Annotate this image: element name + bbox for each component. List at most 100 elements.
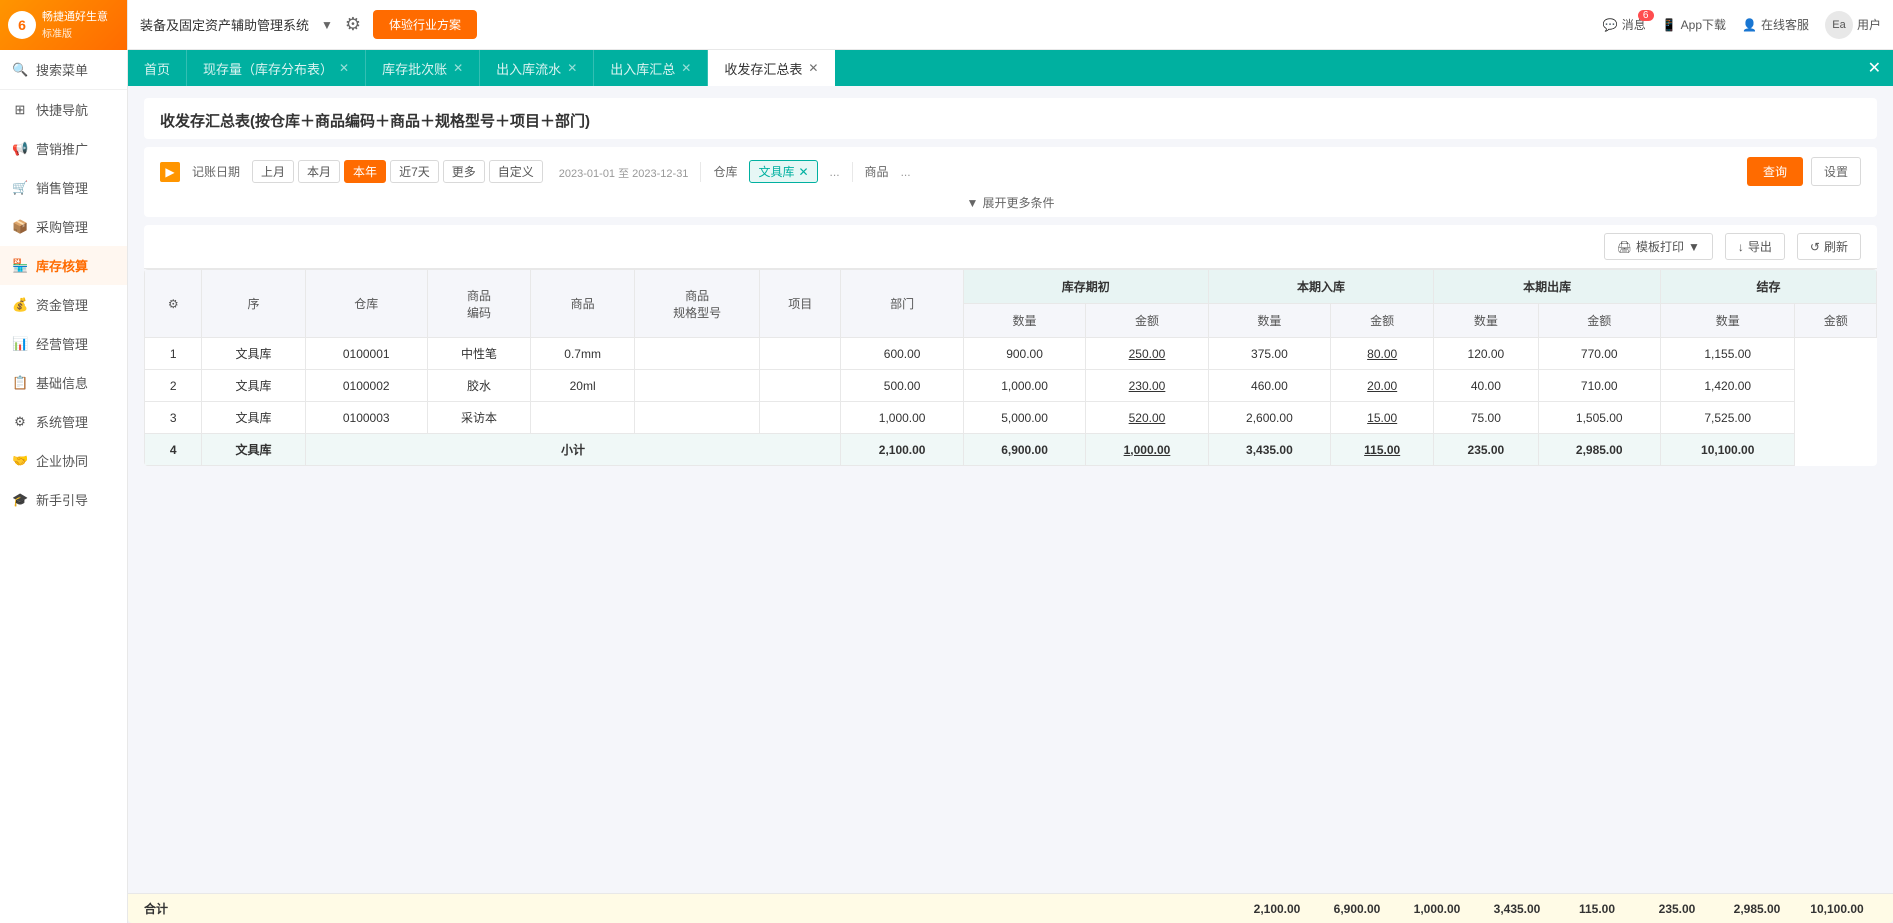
settings-icon[interactable]: ⚙	[345, 14, 361, 35]
sidebar-item-newbie[interactable]: 🎓 新手引导	[0, 480, 127, 519]
date-btn-year[interactable]: 本年	[344, 160, 386, 183]
sidebar-item-marketing[interactable]: 📢 营销推广	[0, 129, 127, 168]
tab-inout-flow-close[interactable]: ✕	[567, 61, 577, 75]
td-row-num: 1	[145, 338, 202, 370]
expand-label: 展开更多条件	[982, 194, 1054, 211]
total-in-amt: 3,435.00	[1477, 902, 1557, 916]
tab-io-summary-close[interactable]: ✕	[808, 61, 818, 75]
td-in-qty[interactable]: 250.00	[1086, 338, 1208, 370]
date-btn-more[interactable]: 更多	[443, 160, 485, 183]
sidebar-item-system[interactable]: ⚙ 系统管理	[0, 402, 127, 441]
date-btn-custom[interactable]: 自定义	[489, 160, 543, 183]
export-btn[interactable]: ↓ 导出	[1725, 233, 1785, 260]
marketing-icon: 📢	[12, 141, 28, 157]
th-bal-amt: 金额	[1795, 304, 1877, 338]
td-subtotal-in-qty[interactable]: 1,000.00	[1086, 434, 1208, 466]
message-btn[interactable]: 💬 消息 6	[1603, 16, 1646, 33]
sidebar-item-collab[interactable]: 🤝 企业协同	[0, 441, 127, 480]
sidebar-label-system: 系统管理	[36, 412, 88, 431]
total-label-cell: 合计	[128, 900, 256, 917]
template-print-btn[interactable]: 🖨 模板打印 ▼	[1604, 233, 1713, 260]
filter-settings-btn[interactable]: 设置	[1811, 157, 1861, 186]
td-out-qty[interactable]: 80.00	[1331, 338, 1434, 370]
td-project	[635, 338, 760, 370]
in-qty-link[interactable]: 520.00	[1129, 411, 1166, 425]
print-icon: 🖨	[1617, 240, 1632, 254]
basic-icon: 📋	[12, 375, 28, 391]
total-cells: 2,100.00 6,900.00 1,000.00 3,435.00 115.…	[256, 902, 1893, 916]
refresh-btn[interactable]: ↺ 刷新	[1797, 233, 1861, 260]
td-bal-qty: 770.00	[1538, 338, 1660, 370]
sidebar-item-quick-nav[interactable]: ⊞ 快捷导航	[0, 90, 127, 129]
td-in-qty[interactable]: 230.00	[1086, 370, 1208, 402]
tab-stock-dist[interactable]: 现存量（库存分布表） ✕	[187, 50, 366, 86]
th-init-qty: 数量	[963, 304, 1085, 338]
warehouse-tag-close[interactable]: ✕	[798, 165, 808, 179]
online-service-btn[interactable]: 👤 在线客服	[1742, 16, 1809, 33]
sidebar-item-inventory[interactable]: 🏪 库存核算	[0, 246, 127, 285]
tab-home[interactable]: 首页	[128, 50, 187, 86]
td-spec	[531, 402, 635, 434]
tab-stock-dist-close[interactable]: ✕	[339, 61, 349, 75]
sidebar-item-sales[interactable]: 🛒 销售管理	[0, 168, 127, 207]
th-warehouse: 仓库	[305, 270, 427, 338]
date-btn-prev[interactable]: 上月	[252, 160, 294, 183]
td-spec: 0.7mm	[531, 338, 635, 370]
out-qty-link[interactable]: 20.00	[1367, 379, 1397, 393]
sidebar-item-finance[interactable]: 💰 资金管理	[0, 285, 127, 324]
export-icon: ↓	[1738, 240, 1744, 254]
td-subtotal-in-amt: 3,435.00	[1208, 434, 1330, 466]
in-qty-link[interactable]: 230.00	[1129, 379, 1166, 393]
tab-batch-close[interactable]: ✕	[453, 61, 463, 75]
topbar-dropdown-arrow[interactable]: ▼	[321, 18, 333, 32]
warehouse-label: 仓库	[713, 163, 737, 180]
date-btn-curr[interactable]: 本月	[298, 160, 340, 183]
td-in-qty[interactable]: 520.00	[1086, 402, 1208, 434]
td-warehouse: 文具库	[202, 402, 305, 434]
subtotal-in-qty-link[interactable]: 1,000.00	[1124, 443, 1171, 457]
phone-icon: 📱	[1662, 18, 1677, 32]
sidebar-item-operations[interactable]: 📊 经营管理	[0, 324, 127, 363]
tab-io-summary[interactable]: 收发存汇总表 ✕	[708, 50, 835, 86]
query-btn[interactable]: 查询	[1747, 157, 1803, 186]
tab-batch[interactable]: 库存批次账 ✕	[366, 50, 480, 86]
td-out-qty[interactable]: 15.00	[1331, 402, 1434, 434]
total-init-qty: 2,100.00	[1237, 902, 1317, 916]
sidebar-label-basic: 基础信息	[36, 373, 88, 392]
th-settings[interactable]: ⚙	[145, 270, 202, 338]
td-subtotal-label: 小计	[305, 434, 841, 466]
product-more[interactable]: ...	[901, 165, 911, 179]
out-qty-link[interactable]: 15.00	[1367, 411, 1397, 425]
app-download-btn[interactable]: 📱 App下载	[1662, 16, 1726, 33]
in-qty-link[interactable]: 250.00	[1129, 347, 1166, 361]
date-btn-7d[interactable]: 近7天	[390, 160, 439, 183]
table-row: 3 文具库 0100003 采访本 1,000.00 5,000.00 520.…	[145, 402, 1877, 434]
tab-inout-flow[interactable]: 出入库流水 ✕	[480, 50, 594, 86]
tab-inout-summary-close[interactable]: ✕	[681, 61, 691, 75]
sidebar-item-purchase[interactable]: 📦 采购管理	[0, 207, 127, 246]
filter-actions: 查询 设置	[1747, 157, 1861, 186]
td-name: 胶水	[427, 370, 530, 402]
message-badge: 6	[1638, 10, 1654, 21]
warehouse-more[interactable]: ...	[830, 165, 840, 179]
th-name: 商品	[531, 270, 635, 338]
th-out-qty: 数量	[1434, 304, 1538, 338]
td-code: 0100003	[305, 402, 427, 434]
system-icon: ⚙	[12, 414, 28, 430]
expand-conditions-btn[interactable]: ▼ 展开更多条件	[967, 194, 1055, 211]
message-icon: 💬	[1603, 18, 1618, 32]
tabs-close-all[interactable]: ✕	[1856, 58, 1893, 78]
sidebar-item-search[interactable]: 🔍 搜索菜单	[0, 50, 127, 90]
td-subtotal-out-qty[interactable]: 115.00	[1331, 434, 1434, 466]
user-btn[interactable]: Ea 用户	[1825, 11, 1881, 39]
sidebar-item-basic[interactable]: 📋 基础信息	[0, 363, 127, 402]
column-settings-icon[interactable]: ⚙	[168, 297, 179, 311]
newbie-icon: 🎓	[12, 492, 28, 508]
out-qty-link[interactable]: 80.00	[1367, 347, 1397, 361]
tab-inout-summary[interactable]: 出入库汇总 ✕	[594, 50, 708, 86]
trial-btn[interactable]: 体验行业方案	[373, 10, 477, 39]
subtotal-out-qty-link[interactable]: 115.00	[1364, 443, 1400, 457]
filter-collapse-btn[interactable]: ▶	[160, 162, 180, 182]
td-out-qty[interactable]: 20.00	[1331, 370, 1434, 402]
td-init-qty: 1,000.00	[841, 402, 963, 434]
